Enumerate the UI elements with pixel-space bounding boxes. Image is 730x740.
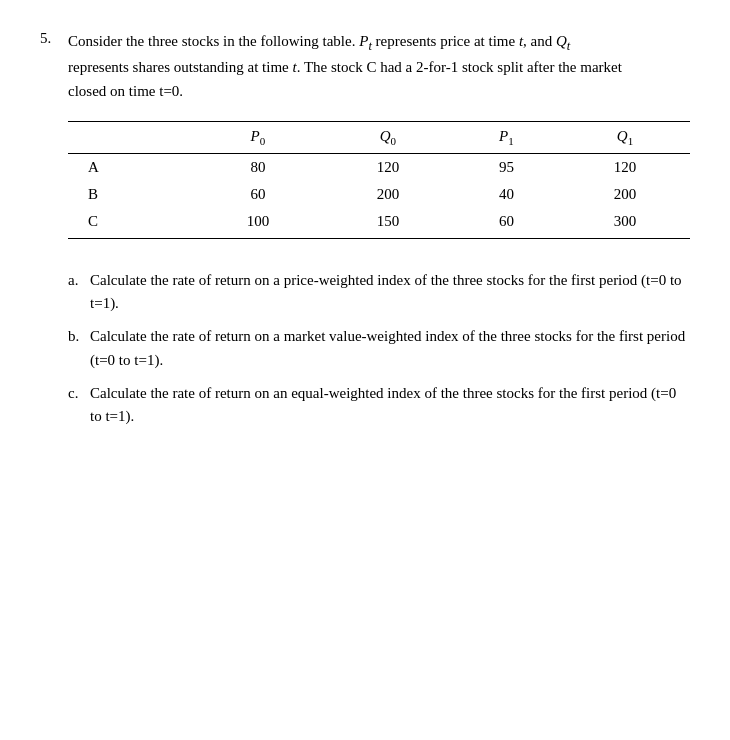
- cell-c-q0: 150: [323, 208, 453, 239]
- col-header-q1: Q1: [560, 121, 690, 153]
- table-row: C 100 150 60 300: [68, 208, 690, 239]
- cell-b-q1: 200: [560, 181, 690, 208]
- sub-label-b: b.: [68, 325, 90, 348]
- sub-label-c: c.: [68, 382, 90, 405]
- table-row: A 80 120 95 120: [68, 153, 690, 181]
- sub-question-c: c. Calculate the rate of return on an eq…: [68, 382, 690, 429]
- stock-label-c: C: [68, 208, 193, 239]
- sub-question-a: a. Calculate the rate of return on a pri…: [68, 269, 690, 316]
- cell-b-p0: 60: [193, 181, 323, 208]
- sub-question-b: b. Calculate the rate of return on a mar…: [68, 325, 690, 372]
- cell-a-p0: 80: [193, 153, 323, 181]
- cell-c-q1: 300: [560, 208, 690, 239]
- table-row: B 60 200 40 200: [68, 181, 690, 208]
- cell-b-p1: 40: [453, 181, 560, 208]
- cell-a-q1: 120: [560, 153, 690, 181]
- cell-c-p0: 100: [193, 208, 323, 239]
- stocks-table: P0 Q0 P1 Q1 A 80 120 95 120 B 60 200: [68, 121, 690, 239]
- col-header-p1: P1: [453, 121, 560, 153]
- intro-text-3: closed on time t=0.: [68, 83, 183, 99]
- col-header-p0: P0: [193, 121, 323, 153]
- col-header-q0: Q0: [323, 121, 453, 153]
- stock-label-a: A: [68, 153, 193, 181]
- question-number: 5.: [40, 30, 68, 47]
- cell-b-q0: 200: [323, 181, 453, 208]
- sub-text-b: Calculate the rate of return on a market…: [90, 325, 690, 372]
- sub-text-a: Calculate the rate of return on a price-…: [90, 269, 690, 316]
- cell-c-p1: 60: [453, 208, 560, 239]
- stock-label-b: B: [68, 181, 193, 208]
- question-header: 5. Consider the three stocks in the foll…: [40, 30, 690, 103]
- cell-a-p1: 95: [453, 153, 560, 181]
- sub-questions: a. Calculate the rate of return on a pri…: [68, 269, 690, 429]
- sub-text-c: Calculate the rate of return on an equal…: [90, 382, 690, 429]
- table-header-spacer: P0 Q0 P1 Q1: [68, 121, 690, 153]
- table-section: P0 Q0 P1 Q1 A 80 120 95 120 B 60 200: [68, 121, 690, 239]
- question-text: Consider the three stocks in the followi…: [68, 30, 622, 103]
- question-container: 5. Consider the three stocks in the foll…: [40, 30, 690, 428]
- intro-text-2: represents shares outstanding at time t.…: [68, 59, 622, 75]
- cell-a-q0: 120: [323, 153, 453, 181]
- sub-label-a: a.: [68, 269, 90, 292]
- intro-text-1: Consider the three stocks in the followi…: [68, 33, 570, 49]
